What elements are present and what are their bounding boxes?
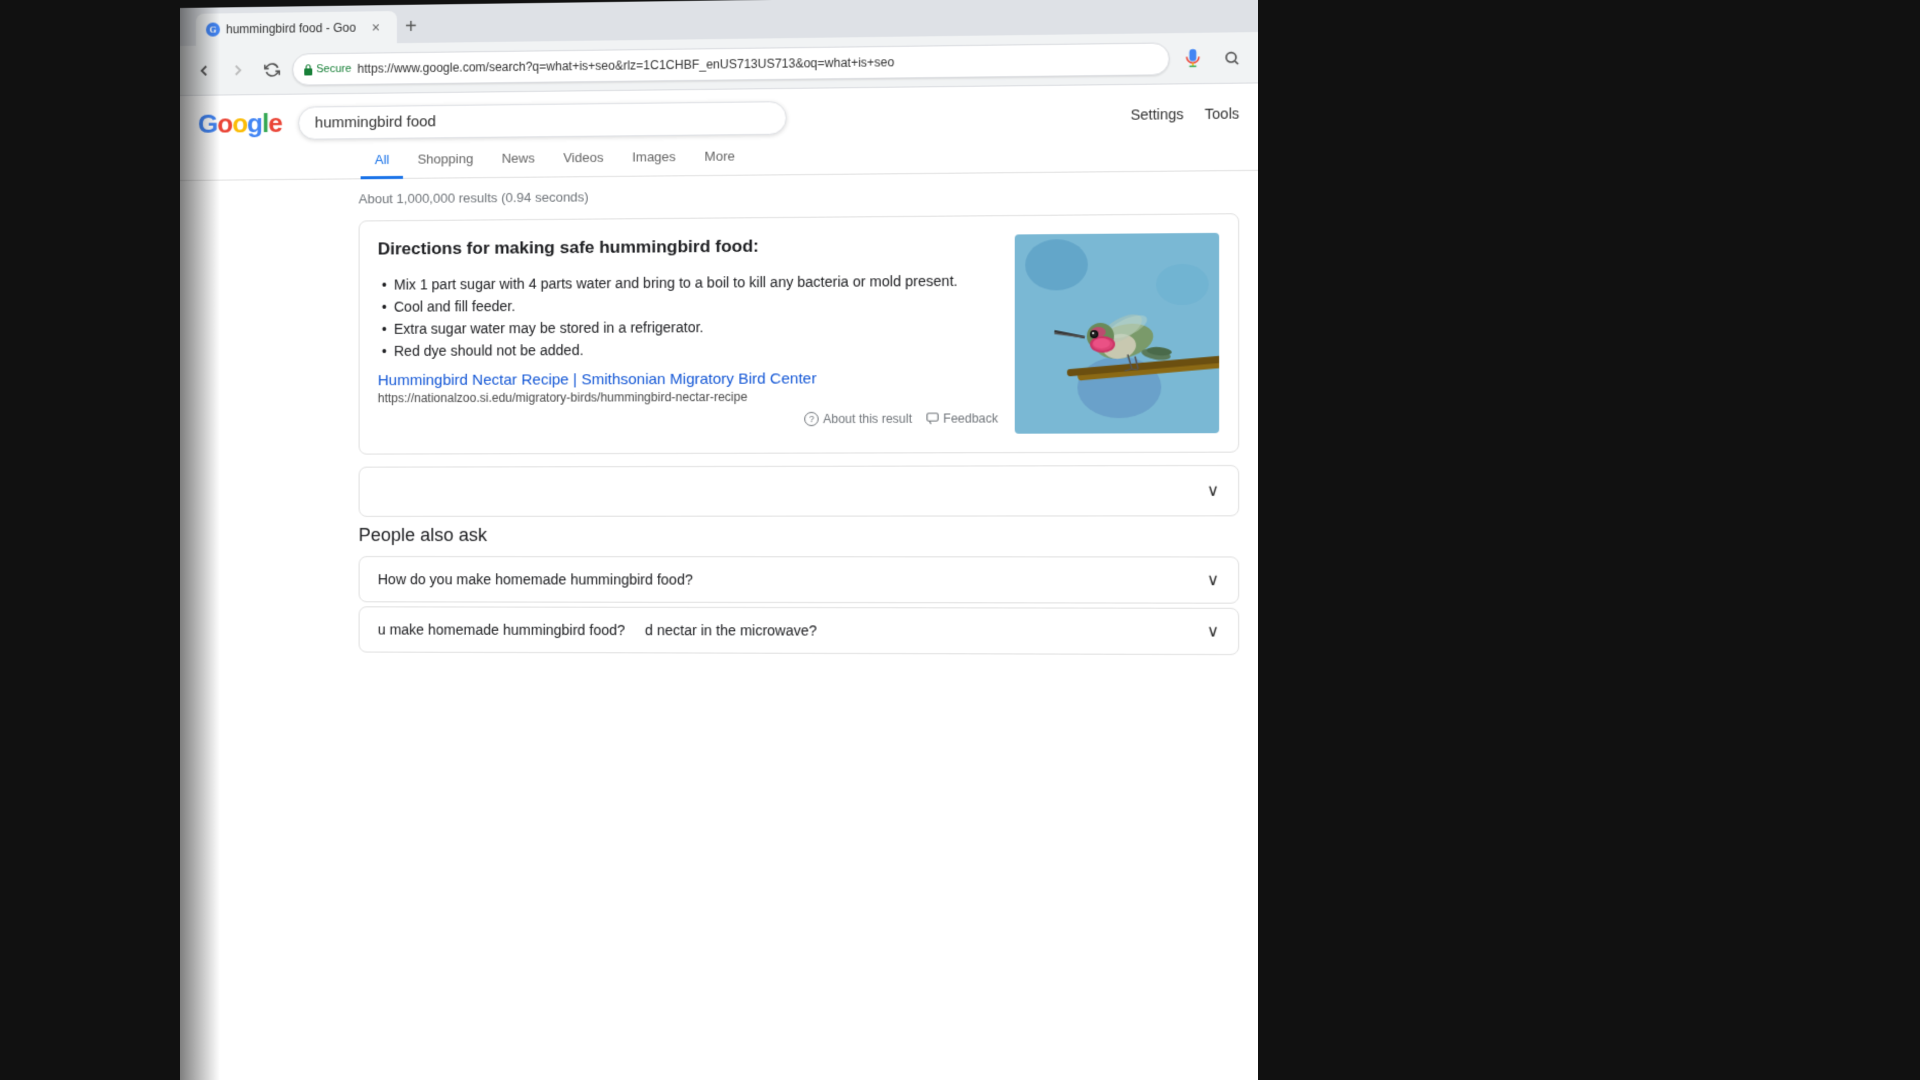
chrome-browser: G hummingbird food - Goo × + [180, 0, 1258, 1080]
header-right: Settings Tools [1131, 105, 1240, 123]
tools-link[interactable]: Tools [1205, 105, 1239, 122]
results-count: About 1,000,000 results (0.94 seconds) [359, 183, 1240, 206]
tab-shopping[interactable]: Shopping [403, 142, 487, 179]
feedback-btn[interactable]: Feedback [927, 411, 998, 426]
url-bar[interactable]: Secure https://www.google.com/search?q=w… [292, 42, 1170, 85]
snippet-content: Directions for making safe hummingbird f… [378, 235, 998, 436]
ask-question-2: u make homemade hummingbird food? d nect… [378, 621, 817, 638]
ask-chevron-1: ∨ [1207, 570, 1219, 591]
snippet-footer-actions: ? About this result Feedback [378, 411, 998, 427]
tab-images[interactable]: Images [618, 140, 690, 177]
ask-chevron-2: ∨ [1207, 621, 1219, 642]
snippet-bullet-4: • Red dye should not be added. [378, 337, 998, 362]
people-also-ask-section: People also ask How do you make homemade… [359, 525, 1240, 656]
about-result-btn[interactable]: ? About this result [804, 412, 912, 427]
google-logo: Google [198, 108, 282, 140]
about-icon: ? [804, 412, 818, 426]
chevron-down-icon: ∨ [1207, 480, 1219, 501]
search-icon [1223, 49, 1240, 66]
mic-icon [1182, 48, 1203, 69]
google-page: Google hummingbird food Settings Tools A… [180, 83, 1258, 1080]
search-query: hummingbird food [315, 113, 436, 131]
back-button[interactable] [190, 56, 218, 84]
tab-all[interactable]: All [361, 143, 404, 180]
collapsed-result-1[interactable]: ∨ [359, 465, 1240, 517]
new-tab-btn[interactable]: + [397, 16, 425, 40]
settings-link[interactable]: Settings [1131, 105, 1184, 122]
snippet-source-link[interactable]: Hummingbird Nectar Recipe | Smithsonian … [378, 369, 998, 389]
tab-videos[interactable]: Videos [549, 140, 618, 177]
tab-news[interactable]: News [487, 141, 549, 178]
active-tab[interactable]: G hummingbird food - Goo × [196, 11, 397, 46]
refresh-button[interactable] [258, 55, 286, 83]
url-text: https://www.google.com/search?q=what+is+… [357, 51, 1158, 75]
secure-label: Secure [316, 62, 351, 74]
snippet-source-url: https://nationalzoo.si.edu/migratory-bir… [378, 389, 998, 405]
snippet-list: • Mix 1 part sugar with 4 parts water an… [378, 269, 998, 362]
people-also-ask-title: People also ask [359, 525, 1240, 547]
snippet-title: Directions for making safe hummingbird f… [378, 235, 998, 260]
ask-item-2[interactable]: u make homemade hummingbird food? d nect… [359, 606, 1240, 655]
tab-favicon: G [206, 22, 220, 36]
about-result-label: About this result [823, 412, 912, 427]
featured-snippet: Directions for making safe hummingbird f… [359, 213, 1240, 454]
main-content: About 1,000,000 results (0.94 seconds) D… [180, 171, 1258, 1080]
snippet-source-footer: Hummingbird Nectar Recipe | Smithsonian … [378, 369, 998, 405]
search-input-container[interactable]: hummingbird food [298, 101, 786, 140]
tab-close-icon[interactable]: × [369, 20, 383, 34]
secure-indicator: Secure [303, 62, 351, 75]
snippet-bullet-3: • Extra sugar water may be stored in a r… [378, 314, 998, 340]
ask-item-1[interactable]: How do you make homemade hummingbird foo… [359, 556, 1240, 604]
feedback-label: Feedback [943, 411, 998, 425]
tab-title: hummingbird food - Goo [226, 21, 363, 37]
mic-button[interactable] [1176, 41, 1210, 74]
search-button[interactable] [1216, 42, 1248, 73]
ask-question-1: How do you make homemade hummingbird foo… [378, 571, 693, 587]
forward-button[interactable] [224, 56, 252, 84]
tab-more[interactable]: More [690, 139, 749, 176]
hummingbird-image[interactable] [1015, 233, 1219, 434]
